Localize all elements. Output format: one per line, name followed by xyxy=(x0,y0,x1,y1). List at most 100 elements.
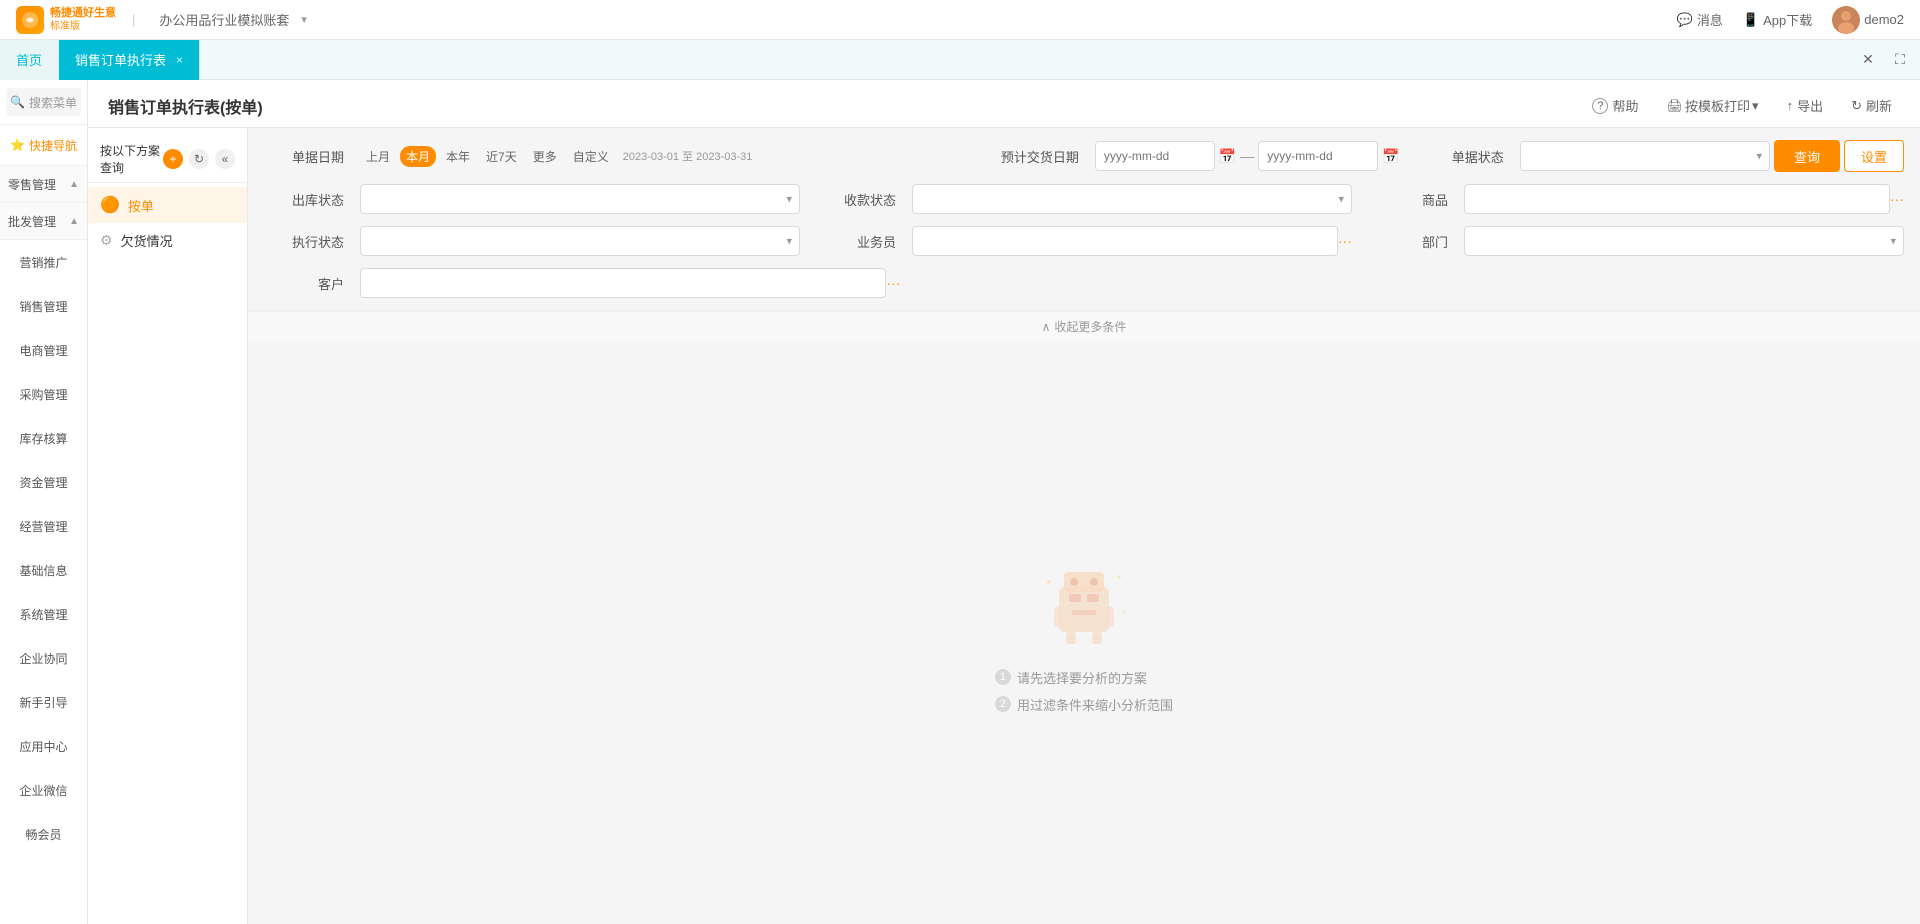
customer-input[interactable] xyxy=(360,268,886,298)
tab-actions: ✕ ⛶ xyxy=(1856,48,1920,72)
delivery-date-to[interactable] xyxy=(1258,141,1378,171)
sales-mgmt-label: 销售管理 xyxy=(19,298,67,315)
query-button[interactable]: 查询 xyxy=(1774,140,1840,172)
date-tab-more[interactable]: 更多 xyxy=(527,146,563,167)
template-print-btn[interactable]: 🖨 按模板打印 ▾ xyxy=(1659,92,1767,119)
delivery-date-from[interactable] xyxy=(1095,141,1215,171)
date-tab-last-month[interactable]: 上月 xyxy=(360,146,396,167)
right-content: 单据日期 上月 本月 本年 近7天 更多 自定义 2023-03-01 至 20… xyxy=(248,128,1920,924)
filter-row-1: 单据日期 上月 本月 本年 近7天 更多 自定义 2023-03-01 至 20… xyxy=(264,140,1904,172)
sidebar: 🔍 搜索菜单 ⭐ 快捷导航 零售管理 ▲ 批发管理 ▲ 营销推广 xyxy=(0,80,88,924)
sidebar-item-basic[interactable]: 基础信息 xyxy=(0,548,87,592)
inventory-label: 库存核算 xyxy=(19,430,67,447)
app-icon: 📱 xyxy=(1743,12,1759,28)
quick-nav-label: 快捷导航 xyxy=(29,137,77,154)
sidebar-item-inventory[interactable]: 库存核算 xyxy=(0,416,87,460)
page-actions: ? 帮助 🖨 按模板打印 ▾ ↑ 导出 ↻ 刷新 xyxy=(1584,92,1900,119)
product-picker-icon[interactable]: ··· xyxy=(1890,191,1904,207)
filter-collapse-bar[interactable]: ∧ 收起更多条件 xyxy=(248,311,1920,341)
sidebar-item-enterprise[interactable]: 企业协同 xyxy=(0,636,87,680)
sidebar-item-finance[interactable]: 资金管理 xyxy=(0,460,87,504)
help-btn[interactable]: ? 帮助 xyxy=(1584,92,1646,119)
customer-label: 客户 xyxy=(264,274,344,293)
refresh-scheme-btn[interactable]: ↻ xyxy=(189,149,209,169)
payment-status-select[interactable] xyxy=(912,184,1352,214)
tip-1-text: 请先选择要分析的方案 xyxy=(1017,668,1147,687)
salesperson-input[interactable] xyxy=(912,226,1338,256)
doc-status-label: 单据状态 xyxy=(1424,147,1504,166)
search-menu-button[interactable]: 🔍 搜索菜单 xyxy=(6,88,81,116)
sidebar-item-vip[interactable]: 畅会员 xyxy=(0,812,87,856)
doc-status-control: 查询 设置 xyxy=(1520,140,1904,172)
collapse-arrow-icon: ∧ xyxy=(1042,320,1051,334)
settings-button[interactable]: 设置 xyxy=(1844,140,1904,172)
date-tab-7days[interactable]: 近7天 xyxy=(480,146,523,167)
tab-sales-exec-label: 销售订单执行表 xyxy=(75,50,166,69)
tab-sales-exec[interactable]: 销售订单执行表 × xyxy=(59,40,200,80)
enterprise-label: 企业协同 xyxy=(19,650,67,667)
appstore-label: 应用中心 xyxy=(19,738,67,755)
exec-status-control xyxy=(360,226,800,256)
sidebar-item-retail[interactable]: 零售管理 ▲ xyxy=(0,166,87,202)
salesperson-control: ··· xyxy=(912,226,1352,256)
close-window-btn[interactable]: ✕ xyxy=(1856,48,1880,72)
maximize-window-btn[interactable]: ⛶ xyxy=(1888,48,1912,72)
user-action[interactable]: demo2 xyxy=(1832,6,1904,34)
left-panel-title: 按以下方案查询 xyxy=(100,142,163,176)
sidebar-group-wholesale: 批发管理 ▲ xyxy=(0,203,87,240)
tab-home-label: 首页 xyxy=(16,50,42,69)
logo-area: 畅捷通好生意 标准版 xyxy=(16,6,116,34)
main-layout: 🔍 搜索菜单 ⭐ 快捷导航 零售管理 ▲ 批发管理 ▲ 营销推广 xyxy=(0,80,1920,924)
sidebar-item-ecommerce[interactable]: 电商管理 xyxy=(0,328,87,372)
logo-icon xyxy=(16,6,44,34)
sidebar-item-operations[interactable]: 经营管理 xyxy=(0,504,87,548)
date-from-calendar-icon[interactable]: 📅 xyxy=(1219,148,1236,165)
filter-row-3: 执行状态 业务员 ··· 部门 xyxy=(264,226,1904,256)
date-tab-this-year[interactable]: 本年 xyxy=(440,146,476,167)
export-label: 导出 xyxy=(1797,96,1823,115)
header-right: 💬 消息 📱 App下载 demo2 xyxy=(1677,6,1904,34)
tab-close-icon[interactable]: × xyxy=(176,53,183,67)
sidebar-item-sales-mgmt[interactable]: 销售管理 xyxy=(0,284,87,328)
left-panel-item-by-order[interactable]: 🟠 按单 xyxy=(88,187,247,223)
sidebar-item-system[interactable]: 系统管理 xyxy=(0,592,87,636)
system-label: 系统管理 xyxy=(19,606,67,623)
department-control xyxy=(1464,226,1904,256)
collapse-panel-btn[interactable]: « xyxy=(215,149,235,169)
header-dropdown-icon[interactable]: ▾ xyxy=(301,13,307,26)
sidebar-item-wholesale[interactable]: 批发管理 ▲ xyxy=(0,203,87,239)
collapse-label: 收起更多条件 xyxy=(1054,318,1126,335)
date-separator: — xyxy=(1240,148,1254,164)
tab-home[interactable]: 首页 xyxy=(0,40,59,80)
ship-status-select[interactable] xyxy=(360,184,800,214)
sidebar-item-marketing[interactable]: 营销推广 xyxy=(0,240,87,284)
quick-nav-btn[interactable]: ⭐ 快捷导航 xyxy=(0,129,87,161)
date-to-calendar-icon[interactable]: 📅 xyxy=(1382,148,1399,165)
sidebar-item-newbie[interactable]: 新手引导 xyxy=(0,680,87,724)
left-panel-header: 按以下方案查询 + ↻ « xyxy=(88,136,247,183)
product-input[interactable] xyxy=(1464,184,1890,214)
export-btn[interactable]: ↑ 导出 xyxy=(1779,92,1832,119)
sidebar-item-purchase[interactable]: 采购管理 xyxy=(0,372,87,416)
add-scheme-btn[interactable]: + xyxy=(163,149,183,169)
customer-picker-icon[interactable]: ··· xyxy=(886,275,900,291)
debt-label: 欠货情况 xyxy=(121,231,173,250)
marketing-label: 营销推广 xyxy=(19,254,67,271)
sidebar-item-wechat[interactable]: 企业微信 xyxy=(0,768,87,812)
app-download-action[interactable]: 📱 App下载 xyxy=(1743,10,1812,29)
refresh-btn[interactable]: ↻ 刷新 xyxy=(1843,92,1900,119)
empty-tip-1: 1 请先选择要分析的方案 xyxy=(995,668,1173,687)
finance-label: 资金管理 xyxy=(19,474,67,491)
sidebar-item-appstore[interactable]: 应用中心 xyxy=(0,724,87,768)
exec-status-select[interactable] xyxy=(360,226,800,256)
export-icon: ↑ xyxy=(1787,98,1794,113)
salesperson-picker-icon[interactable]: ··· xyxy=(1338,233,1352,249)
doc-status-select[interactable] xyxy=(1520,141,1770,171)
date-tab-custom[interactable]: 自定义 xyxy=(567,146,615,167)
message-action[interactable]: 💬 消息 xyxy=(1677,10,1723,29)
department-select[interactable] xyxy=(1464,226,1904,256)
empty-tip-2: 2 用过滤条件来缩小分析范围 xyxy=(995,695,1173,714)
left-panel-item-debt[interactable]: ⚙ 欠货情况 xyxy=(88,223,247,258)
ship-status-label: 出库状态 xyxy=(264,190,344,209)
date-tab-this-month[interactable]: 本月 xyxy=(400,146,436,167)
